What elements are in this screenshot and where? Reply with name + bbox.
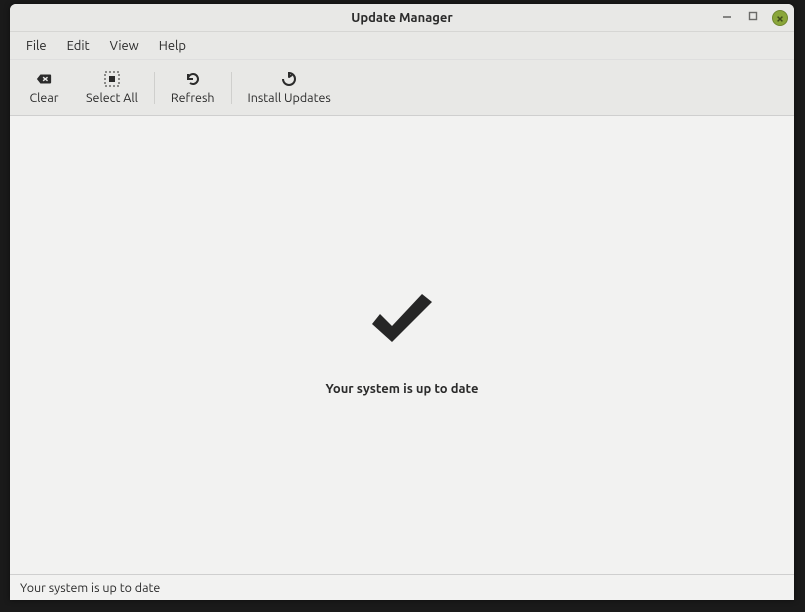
- close-button[interactable]: [772, 10, 788, 26]
- update-manager-window: Update Manager File Edit View Help: [10, 4, 794, 600]
- install-updates-label: Install Updates: [248, 91, 331, 105]
- toolbar: Clear Select All Refresh: [10, 60, 794, 116]
- clear-label: Clear: [29, 91, 58, 105]
- select-all-icon: [104, 71, 120, 87]
- clear-button[interactable]: Clear: [14, 67, 74, 109]
- menubar: File Edit View Help: [10, 32, 794, 60]
- maximize-button[interactable]: [746, 11, 760, 25]
- minimize-button[interactable]: [720, 11, 734, 25]
- refresh-label: Refresh: [171, 91, 215, 105]
- toolbar-separator: [154, 72, 155, 104]
- install-updates-icon: [281, 71, 297, 87]
- window-title: Update Manager: [351, 11, 453, 25]
- menu-help[interactable]: Help: [149, 35, 196, 57]
- minimize-icon: [722, 11, 732, 24]
- main-content: Your system is up to date: [10, 116, 794, 574]
- status-text: Your system is up to date: [20, 581, 160, 595]
- maximize-icon: [748, 11, 758, 24]
- window-controls: [720, 4, 788, 31]
- close-icon: [776, 9, 784, 27]
- install-updates-button[interactable]: Install Updates: [236, 67, 343, 109]
- refresh-icon: [185, 71, 201, 87]
- toolbar-separator: [231, 72, 232, 104]
- up-to-date-message: Your system is up to date: [326, 382, 479, 396]
- select-all-button[interactable]: Select All: [74, 67, 150, 109]
- refresh-button[interactable]: Refresh: [159, 67, 227, 109]
- statusbar: Your system is up to date: [10, 574, 794, 600]
- titlebar[interactable]: Update Manager: [10, 4, 794, 32]
- menu-file[interactable]: File: [16, 35, 57, 57]
- clear-icon: [36, 71, 52, 87]
- checkmark-icon: [366, 294, 438, 354]
- menu-edit[interactable]: Edit: [57, 35, 100, 57]
- select-all-label: Select All: [86, 91, 138, 105]
- menu-view[interactable]: View: [100, 35, 149, 57]
